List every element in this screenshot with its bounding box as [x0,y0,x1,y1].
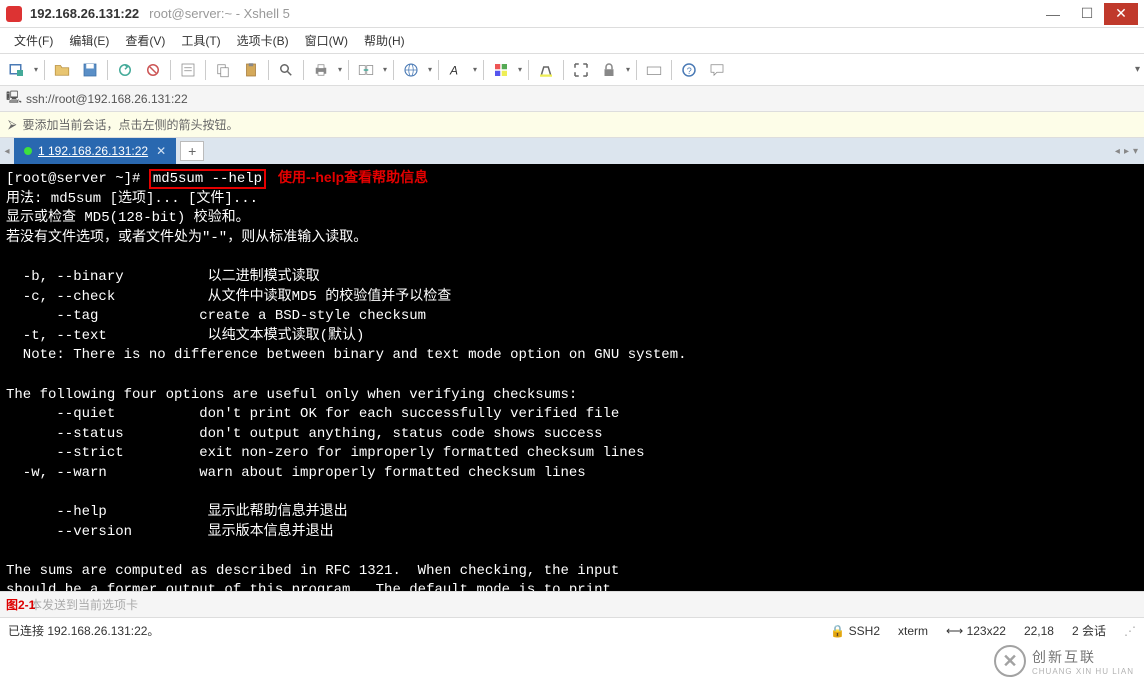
separator [268,60,269,80]
font-icon[interactable]: A [443,57,469,83]
window-title-sub: root@server:~ - Xshell 5 [149,6,290,21]
dropdown-icon[interactable]: ▾ [32,65,40,74]
separator [107,60,108,80]
terminal-annotation: 使用--help查看帮助信息 [278,169,428,185]
app-icon [6,6,22,22]
watermark-text: 创新互联 [1032,647,1134,667]
disconnect-icon[interactable] [140,57,166,83]
address-url: ssh://root@192.168.26.131:22 [26,92,188,106]
chat-icon[interactable] [704,57,730,83]
minimize-button[interactable]: — [1036,3,1070,25]
separator [348,60,349,80]
dropdown-icon[interactable]: ▾ [516,65,524,74]
tabbar: ◂ 1 192.168.26.131:22 ✕ + ◂ ▸ ▾ [0,138,1144,164]
terminal-prompt: [root@server ~]# [6,171,140,187]
dropdown-icon[interactable]: ▾ [471,65,479,74]
menubar: 文件(F) 编辑(E) 查看(V) 工具(T) 选项卡(B) 窗口(W) 帮助(… [0,28,1144,54]
tab-scroll-next[interactable]: ▸ [1124,146,1129,157]
fullscreen-icon[interactable] [568,57,594,83]
menu-window[interactable]: 窗口(W) [297,28,356,53]
menu-tools[interactable]: 工具(T) [173,28,228,53]
watermark-icon: ✕ [994,645,1026,677]
keyboard-icon[interactable] [641,57,667,83]
new-session-icon[interactable] [4,57,30,83]
separator [528,60,529,80]
reconnect-icon[interactable] [112,57,138,83]
terminal-output: 用法: md5sum [选项]... [文件]... 显示或检查 MD5(128… [6,191,687,591]
maximize-button[interactable]: ☐ [1070,3,1104,25]
infobar: ⮚ 要添加当前会话，点击左侧的箭头按钮。 [0,112,1144,138]
arrow-icon[interactable]: ⮚ [8,117,17,132]
toolbar-expand-icon[interactable]: ▾ [1135,64,1140,75]
separator [205,60,206,80]
print-icon[interactable] [308,57,334,83]
copy-icon[interactable] [210,57,236,83]
window-controls: — ☐ ✕ [1036,3,1138,25]
figure-label: 图2-1 [6,596,35,613]
dropdown-icon[interactable]: ▾ [336,65,344,74]
globe-icon[interactable] [398,57,424,83]
addressbar[interactable]: 🖳 ssh://root@192.168.26.131:22 [0,86,1144,112]
tab-scroll-prev[interactable]: ◂ [1115,146,1120,157]
separator [393,60,394,80]
separator [303,60,304,80]
tab-add-button[interactable]: + [180,141,204,161]
status-connection: 已连接 192.168.26.131:22。 [8,622,159,639]
menu-help[interactable]: 帮助(H) [356,28,413,53]
status-sessions: 2 会话 [1072,622,1106,639]
save-icon[interactable] [77,57,103,83]
lock-icon[interactable] [596,57,622,83]
separator [170,60,171,80]
separator [636,60,637,80]
close-button[interactable]: ✕ [1104,3,1138,25]
svg-text:?: ? [687,65,692,75]
paste-icon[interactable] [238,57,264,83]
infobar-text: 要添加当前会话，点击左侧的箭头按钮。 [23,116,239,133]
menu-tabs[interactable]: 选项卡(B) [229,28,297,53]
properties-icon[interactable] [175,57,201,83]
color-icon[interactable] [488,57,514,83]
sendbar[interactable]: 图2-1 本发送到当前选项卡 [0,591,1144,617]
svg-text:A: A [449,63,458,77]
session-tab[interactable]: 1 192.168.26.131:22 ✕ [14,138,176,164]
terminal-command: md5sum --help [149,169,266,189]
separator [483,60,484,80]
status-grip-icon[interactable]: ⋰ [1124,624,1136,638]
separator [438,60,439,80]
toolbar: ▾ ▾ ▾ ▾ A ▾ ▾ ▾ ? ▾ [0,54,1144,86]
menu-view[interactable]: 查看(V) [117,28,173,53]
terminal[interactable]: [root@server ~]# md5sum --help 使用--help查看… [0,164,1144,591]
dropdown-icon[interactable]: ▾ [624,65,632,74]
status-pos: 22,18 [1024,624,1054,638]
separator [563,60,564,80]
highlight-icon[interactable] [533,57,559,83]
status-term: xterm [898,624,928,638]
dropdown-icon[interactable]: ▾ [426,65,434,74]
status-dot-icon [24,147,32,155]
watermark: ✕ 创新互联 CHUANG XIN HU LIAN [990,643,1138,679]
tab-menu-icon[interactable]: ▾ [1133,146,1138,157]
watermark-sub: CHUANG XIN HU LIAN [1032,667,1134,676]
menu-edit[interactable]: 编辑(E) [61,28,117,53]
statusbar: 已连接 192.168.26.131:22。 🔒 SSH2 xterm ⟷ 12… [0,617,1144,643]
window-title-main: 192.168.26.131:22 [30,6,139,21]
find-icon[interactable] [273,57,299,83]
tab-scroll-left[interactable]: ◂ [0,138,14,164]
separator [671,60,672,80]
help-icon[interactable]: ? [676,57,702,83]
status-size: ⟷ 123x22 [946,624,1006,638]
transfer-icon[interactable] [353,57,379,83]
menu-file[interactable]: 文件(F) [6,28,61,53]
tab-label: 1 192.168.26.131:22 [38,144,148,158]
ssh-protocol-icon: 🖳 [6,88,22,109]
dropdown-icon[interactable]: ▾ [381,65,389,74]
titlebar: 192.168.26.131:22 root@server:~ - Xshell… [0,0,1144,28]
tab-close-icon[interactable]: ✕ [156,144,166,158]
separator [44,60,45,80]
open-icon[interactable] [49,57,75,83]
status-ssh: 🔒 SSH2 [830,624,880,638]
